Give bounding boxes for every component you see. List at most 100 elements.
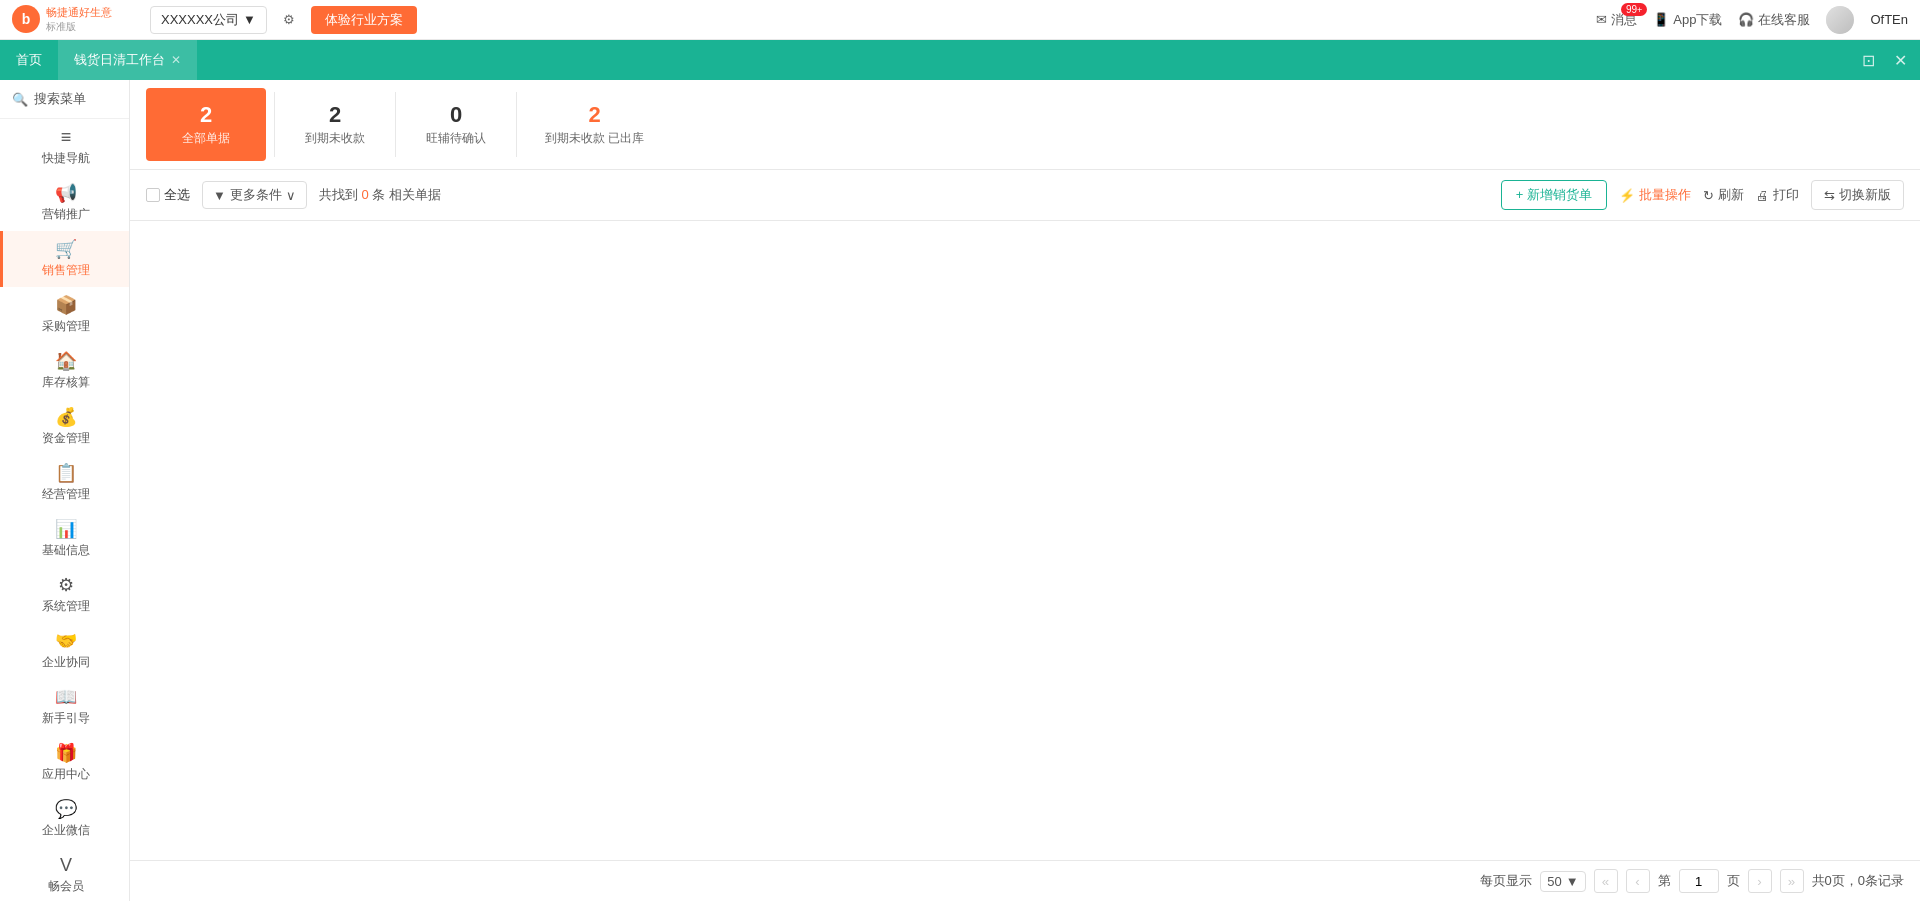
select-all-checkbox[interactable]: 全选 bbox=[146, 186, 190, 204]
app-download-icon: 📱 bbox=[1653, 12, 1669, 27]
tab-bar-actions: ⊡ ✕ bbox=[1856, 48, 1920, 72]
zijin-icon: 💰 bbox=[55, 408, 77, 426]
sidebar-item-changhui[interactable]: V 畅会员 bbox=[0, 847, 129, 901]
stat-overdue[interactable]: 2 到期未收款 bbox=[275, 80, 395, 169]
filter-button[interactable]: ▼ 更多条件 ∨ bbox=[202, 181, 307, 209]
main-layout: 🔍 搜索菜单 ≡ 快捷导航 📢 营销推广 🛒 销售管理 📦 采购管理 🏠 库存核… bbox=[0, 80, 1920, 901]
stat-all[interactable]: 2 全部单据 bbox=[146, 88, 266, 161]
sidebar: 🔍 搜索菜单 ≡ 快捷导航 📢 营销推广 🛒 销售管理 📦 采购管理 🏠 库存核… bbox=[0, 80, 130, 901]
first-page-button[interactable]: « bbox=[1594, 869, 1618, 893]
sidebar-item-xitong[interactable]: ⚙ 系统管理 bbox=[0, 567, 129, 623]
stat-overdue-num: 2 bbox=[329, 102, 341, 128]
settings-icon: ⚙ bbox=[283, 12, 295, 27]
last-page-button[interactable]: » bbox=[1780, 869, 1804, 893]
refresh-icon: ↻ bbox=[1703, 188, 1714, 203]
stat-overdue-shipped-label: 到期未收款 已出库 bbox=[545, 130, 644, 147]
sidebar-item-caigou[interactable]: 📦 采购管理 bbox=[0, 287, 129, 343]
sidebar-item-kucun[interactable]: 🏠 库存核算 bbox=[0, 343, 129, 399]
sidebar-item-yingxiao[interactable]: 📢 营销推广 bbox=[0, 175, 129, 231]
toolbar-right: + 新增销货单 ⚡ 批量操作 ↻ 刷新 🖨 打印 ⇆ 切换新版 bbox=[1501, 180, 1904, 210]
tab-close-icon[interactable]: ✕ bbox=[171, 53, 181, 67]
stat-wangfu-num: 0 bbox=[450, 102, 462, 128]
stat-overdue-shipped[interactable]: 2 到期未收款 已出库 bbox=[517, 80, 672, 169]
table-area bbox=[130, 221, 1920, 860]
toolbar: 全选 ▼ 更多条件 ∨ 共找到 0 条 相关单据 + 新增销货单 ⚡ bbox=[130, 170, 1920, 221]
refresh-button[interactable]: ↻ 刷新 bbox=[1703, 186, 1744, 204]
sidebar-item-qiyexietong[interactable]: 🤝 企业协同 bbox=[0, 623, 129, 679]
company-name: XXXXXX公司 bbox=[161, 11, 239, 29]
stat-overdue-shipped-num: 2 bbox=[589, 102, 601, 128]
sidebar-item-jichu[interactable]: 📊 基础信息 bbox=[0, 511, 129, 567]
page-size-select[interactable]: 50 ▼ bbox=[1540, 871, 1585, 892]
stat-wangfu[interactable]: 0 旺辅待确认 bbox=[396, 80, 516, 169]
tab-workbench[interactable]: 钱货日清工作台 ✕ bbox=[58, 40, 197, 80]
message-icon: ✉ bbox=[1596, 12, 1607, 27]
weixin-icon: 💬 bbox=[55, 800, 77, 818]
caigou-icon: 📦 bbox=[55, 296, 77, 314]
switch-icon: ⇆ bbox=[1824, 188, 1835, 203]
sidebar-item-weixin[interactable]: 💬 企业微信 bbox=[0, 791, 129, 847]
page-label: 第 bbox=[1658, 872, 1671, 890]
sidebar-item-yingyong[interactable]: 🎁 应用中心 bbox=[0, 735, 129, 791]
select-all-label: 全选 bbox=[164, 186, 190, 204]
app-download-button[interactable]: 📱 App下载 bbox=[1653, 11, 1722, 29]
jichu-icon: 📊 bbox=[55, 520, 77, 538]
xinshou-icon: 📖 bbox=[55, 688, 77, 706]
stats-row: 2 全部单据 2 到期未收款 0 旺辅待确认 2 到期未收款 已出库 bbox=[130, 80, 1920, 170]
username: OfTEn bbox=[1870, 12, 1908, 27]
logo-name: 畅捷通好生意 bbox=[46, 5, 112, 19]
tab-bar: 首页 钱货日清工作台 ✕ ⊡ ✕ bbox=[0, 40, 1920, 80]
logo-sub: 标准版 bbox=[46, 20, 112, 34]
sidebar-search[interactable]: 🔍 搜索菜单 bbox=[0, 80, 129, 119]
per-page-label: 每页显示 bbox=[1480, 872, 1532, 890]
found-text: 共找到 0 条 相关单据 bbox=[319, 186, 441, 204]
search-icon: 🔍 bbox=[12, 92, 28, 107]
tab-restore-button[interactable]: ⊡ bbox=[1856, 48, 1880, 72]
checkbox-icon bbox=[146, 188, 160, 202]
jingying-icon: 📋 bbox=[55, 464, 77, 482]
stat-overdue-label: 到期未收款 bbox=[305, 130, 365, 147]
tab-close-all-button[interactable]: ✕ bbox=[1888, 48, 1912, 72]
kucun-icon: 🏠 bbox=[55, 352, 77, 370]
header-right: ✉ 消息 99+ 📱 App下载 🎧 在线客服 OfTEn bbox=[1596, 6, 1908, 34]
sidebar-item-kuaijie[interactable]: ≡ 快捷导航 bbox=[0, 119, 129, 175]
stat-all-num: 2 bbox=[200, 102, 212, 128]
qiyexietong-icon: 🤝 bbox=[55, 632, 77, 650]
yingyong-icon: 🎁 bbox=[55, 744, 77, 762]
avatar[interactable] bbox=[1826, 6, 1854, 34]
kuaijie-icon: ≡ bbox=[61, 128, 72, 146]
next-page-button[interactable]: › bbox=[1748, 869, 1772, 893]
settings-button[interactable]: ⚙ bbox=[275, 6, 303, 34]
sidebar-item-zijin[interactable]: 💰 资金管理 bbox=[0, 399, 129, 455]
pagination-bar: 每页显示 50 ▼ « ‹ 第 页 › » 共0页，0条记录 bbox=[130, 860, 1920, 901]
table-empty bbox=[130, 221, 1920, 860]
logo-area: b 畅捷通好生意 标准版 bbox=[12, 5, 142, 33]
online-service-icon: 🎧 bbox=[1738, 12, 1754, 27]
message-button[interactable]: ✉ 消息 99+ bbox=[1596, 11, 1637, 29]
message-badge: 99+ bbox=[1621, 3, 1647, 16]
sidebar-item-jingying[interactable]: 📋 经营管理 bbox=[0, 455, 129, 511]
xitong-icon: ⚙ bbox=[58, 576, 74, 594]
company-dropdown-icon: ▼ bbox=[243, 12, 256, 27]
add-sales-button[interactable]: + 新增销货单 bbox=[1501, 180, 1607, 210]
experience-button[interactable]: 体验行业方案 bbox=[311, 6, 417, 34]
avatar-image bbox=[1826, 6, 1854, 34]
company-selector[interactable]: XXXXXX公司 ▼ bbox=[150, 6, 267, 34]
sidebar-item-xinshou[interactable]: 📖 新手引导 bbox=[0, 679, 129, 735]
print-button[interactable]: 🖨 打印 bbox=[1756, 186, 1799, 204]
yingxiao-icon: 📢 bbox=[55, 184, 77, 202]
sidebar-item-xiaoshou[interactable]: 🛒 销售管理 bbox=[0, 231, 129, 287]
toolbar-left: 全选 ▼ 更多条件 ∨ 共找到 0 条 相关单据 bbox=[146, 181, 441, 209]
total-info: 共0页，0条记录 bbox=[1812, 872, 1904, 890]
page-input[interactable] bbox=[1679, 869, 1719, 893]
online-service-button[interactable]: 🎧 在线客服 bbox=[1738, 11, 1810, 29]
filter-chevron-icon: ∨ bbox=[286, 188, 296, 203]
stat-wangfu-label: 旺辅待确认 bbox=[426, 130, 486, 147]
found-count: 0 bbox=[362, 187, 369, 202]
tab-home[interactable]: 首页 bbox=[0, 40, 58, 80]
top-header: b 畅捷通好生意 标准版 XXXXXX公司 ▼ ⚙ 体验行业方案 ✉ 消息 99… bbox=[0, 0, 1920, 40]
switch-version-button[interactable]: ⇆ 切换新版 bbox=[1811, 180, 1904, 210]
changhui-icon: V bbox=[60, 856, 72, 874]
batch-operation-button[interactable]: ⚡ 批量操作 bbox=[1619, 186, 1691, 204]
prev-page-button[interactable]: ‹ bbox=[1626, 869, 1650, 893]
